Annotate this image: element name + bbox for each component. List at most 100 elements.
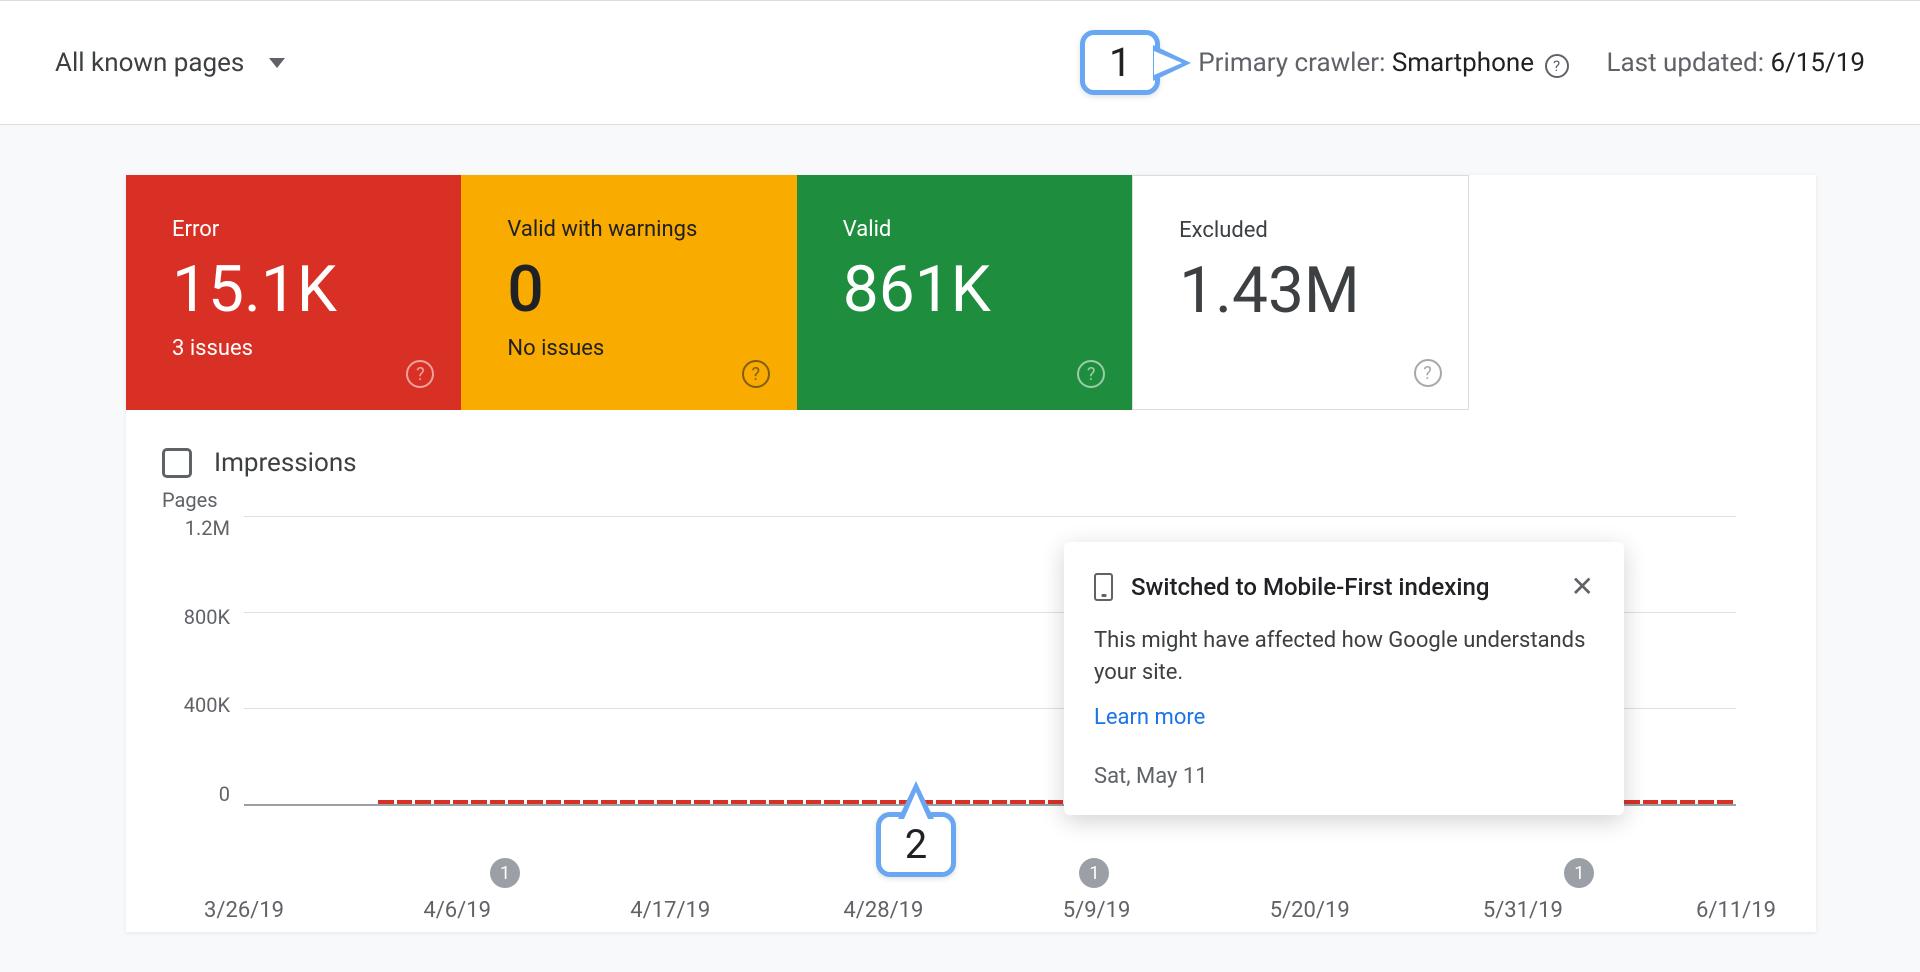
caret-down-icon bbox=[269, 58, 285, 68]
chart-bar[interactable] bbox=[527, 800, 543, 804]
pages-filter-label: All known pages bbox=[55, 48, 244, 78]
chart-bar[interactable] bbox=[1010, 800, 1026, 804]
chart-bar[interactable] bbox=[397, 800, 413, 804]
chart-bar[interactable] bbox=[676, 800, 692, 804]
chart-bar[interactable] bbox=[1624, 800, 1640, 804]
event-tooltip-date: Sat, May 11 bbox=[1094, 764, 1594, 789]
chart-bar[interactable] bbox=[787, 800, 803, 804]
tile-subtext: No issues bbox=[507, 336, 749, 361]
chart-bar[interactable] bbox=[694, 800, 710, 804]
chart-bar[interactable] bbox=[955, 800, 971, 804]
chart-bar[interactable] bbox=[806, 800, 822, 804]
primary-crawler: Primary crawler: Smartphone ? bbox=[1198, 48, 1568, 78]
chart-bar[interactable] bbox=[434, 800, 450, 804]
chart-bar[interactable] bbox=[862, 800, 878, 804]
chart-bar[interactable] bbox=[601, 800, 617, 804]
chart-bar[interactable] bbox=[713, 800, 729, 804]
impressions-checkbox[interactable] bbox=[162, 448, 192, 478]
chart-bar[interactable] bbox=[973, 800, 989, 804]
chart-bar[interactable] bbox=[1698, 800, 1714, 804]
status-tiles: Error15.1K3 issues?Valid with warnings0N… bbox=[126, 175, 1816, 410]
chart-bar[interactable] bbox=[1717, 800, 1733, 804]
chart-bar[interactable] bbox=[490, 800, 506, 804]
x-tick: 4/28/19 bbox=[843, 898, 923, 923]
event-marker[interactable]: 1 bbox=[1079, 858, 1109, 888]
chart-bar[interactable] bbox=[657, 800, 673, 804]
x-tick: 4/6/19 bbox=[423, 898, 491, 923]
coverage-chart: 1.2M 800K 400K 0 Switched to Mobile-First i… bbox=[126, 512, 1816, 852]
help-icon[interactable]: ? bbox=[1414, 359, 1442, 387]
tile-label: Valid with warnings bbox=[507, 217, 749, 242]
tile-label: Excluded bbox=[1179, 218, 1421, 243]
help-icon[interactable]: ? bbox=[1077, 360, 1105, 388]
y-tick: 1.2M bbox=[162, 516, 230, 540]
chart-bar[interactable] bbox=[583, 800, 599, 804]
chart-bar[interactable] bbox=[620, 800, 636, 804]
chart-bar[interactable] bbox=[1048, 800, 1064, 804]
tile-error[interactable]: Error15.1K3 issues? bbox=[126, 175, 461, 410]
y-tick: 400K bbox=[162, 693, 230, 717]
x-tick: 3/26/19 bbox=[204, 898, 284, 923]
tile-subtext: 3 issues bbox=[172, 336, 414, 361]
chart-bar[interactable] bbox=[1029, 800, 1045, 804]
chart-y-axis: 1.2M 800K 400K 0 bbox=[162, 516, 244, 806]
chart-bar[interactable] bbox=[824, 800, 840, 804]
header-meta: 1 Primary crawler: Smartphone ? Last upd… bbox=[1080, 30, 1865, 95]
chart-bar[interactable] bbox=[750, 800, 766, 804]
chart-bar[interactable] bbox=[453, 800, 469, 804]
event-tooltip-title: Switched to Mobile-First indexing bbox=[1131, 573, 1489, 601]
chart-bar[interactable] bbox=[415, 800, 431, 804]
tile-value: 15.1K bbox=[172, 250, 414, 330]
chart-bar[interactable] bbox=[731, 800, 747, 804]
learn-more-link[interactable]: Learn more bbox=[1094, 705, 1594, 730]
help-icon[interactable]: ? bbox=[1545, 54, 1569, 78]
annotation-callout-1: 1 bbox=[1080, 30, 1160, 95]
chart-bar[interactable] bbox=[992, 800, 1008, 804]
chart-bar[interactable] bbox=[843, 800, 859, 804]
x-tick: 4/17/19 bbox=[630, 898, 710, 923]
chart-bar[interactable] bbox=[378, 800, 394, 804]
last-updated-value: 6/15/19 bbox=[1770, 48, 1865, 78]
event-marker[interactable]: 1 bbox=[1564, 858, 1594, 888]
chart-bar[interactable] bbox=[508, 800, 524, 804]
chart-bar[interactable] bbox=[471, 800, 487, 804]
filter-bar: All known pages 1 Primary crawler: Smart… bbox=[0, 0, 1920, 125]
event-tooltip-body: This might have affected how Google unde… bbox=[1094, 625, 1594, 689]
help-icon[interactable]: ? bbox=[406, 360, 434, 388]
impressions-toggle-row: Impressions bbox=[126, 410, 1816, 488]
chart-bar[interactable] bbox=[1661, 800, 1677, 804]
x-tick: 6/11/19 bbox=[1696, 898, 1776, 923]
primary-crawler-value: Smartphone bbox=[1392, 48, 1534, 78]
event-tooltip: Switched to Mobile-First indexing ✕ This… bbox=[1064, 542, 1624, 815]
x-tick: 5/31/19 bbox=[1483, 898, 1563, 923]
last-updated-label: Last updated: bbox=[1607, 48, 1771, 78]
chart-y-axis-title: Pages bbox=[126, 488, 1816, 512]
chart-bar[interactable] bbox=[564, 800, 580, 804]
tile-blank bbox=[1469, 175, 1817, 410]
chart-bar[interactable] bbox=[1680, 800, 1696, 804]
annotation-callout-1-label: 1 bbox=[1109, 39, 1131, 86]
y-tick: 0 bbox=[162, 782, 230, 806]
impressions-label: Impressions bbox=[214, 448, 357, 478]
tile-warn[interactable]: Valid with warnings 0 No issues? bbox=[461, 175, 796, 410]
tile-value: 861K bbox=[843, 250, 1085, 330]
pages-filter-dropdown[interactable]: All known pages bbox=[55, 48, 285, 78]
last-updated: Last updated: 6/15/19 bbox=[1607, 48, 1866, 78]
chart-bar[interactable] bbox=[546, 800, 562, 804]
close-icon[interactable]: ✕ bbox=[1571, 570, 1594, 603]
chart-bar[interactable] bbox=[880, 800, 896, 804]
primary-crawler-label: Primary crawler: bbox=[1198, 48, 1392, 78]
chart-x-axis: 3/26/194/6/194/17/194/28/195/9/195/20/19… bbox=[244, 852, 1736, 932]
tile-value: 1.43M bbox=[1179, 251, 1421, 331]
chart-bar[interactable] bbox=[1643, 800, 1659, 804]
chart-bar[interactable] bbox=[936, 800, 952, 804]
tile-valid[interactable]: Valid861K? bbox=[797, 175, 1132, 410]
chart-bar[interactable] bbox=[769, 800, 785, 804]
y-tick: 800K bbox=[162, 605, 230, 629]
chart-bar[interactable] bbox=[638, 800, 654, 804]
tile-value: 0 bbox=[507, 250, 749, 330]
help-icon[interactable]: ? bbox=[742, 360, 770, 388]
x-tick: 5/9/19 bbox=[1063, 898, 1131, 923]
event-marker[interactable]: 1 bbox=[490, 858, 520, 888]
tile-excluded[interactable]: Excluded 1.43M? bbox=[1132, 175, 1468, 410]
